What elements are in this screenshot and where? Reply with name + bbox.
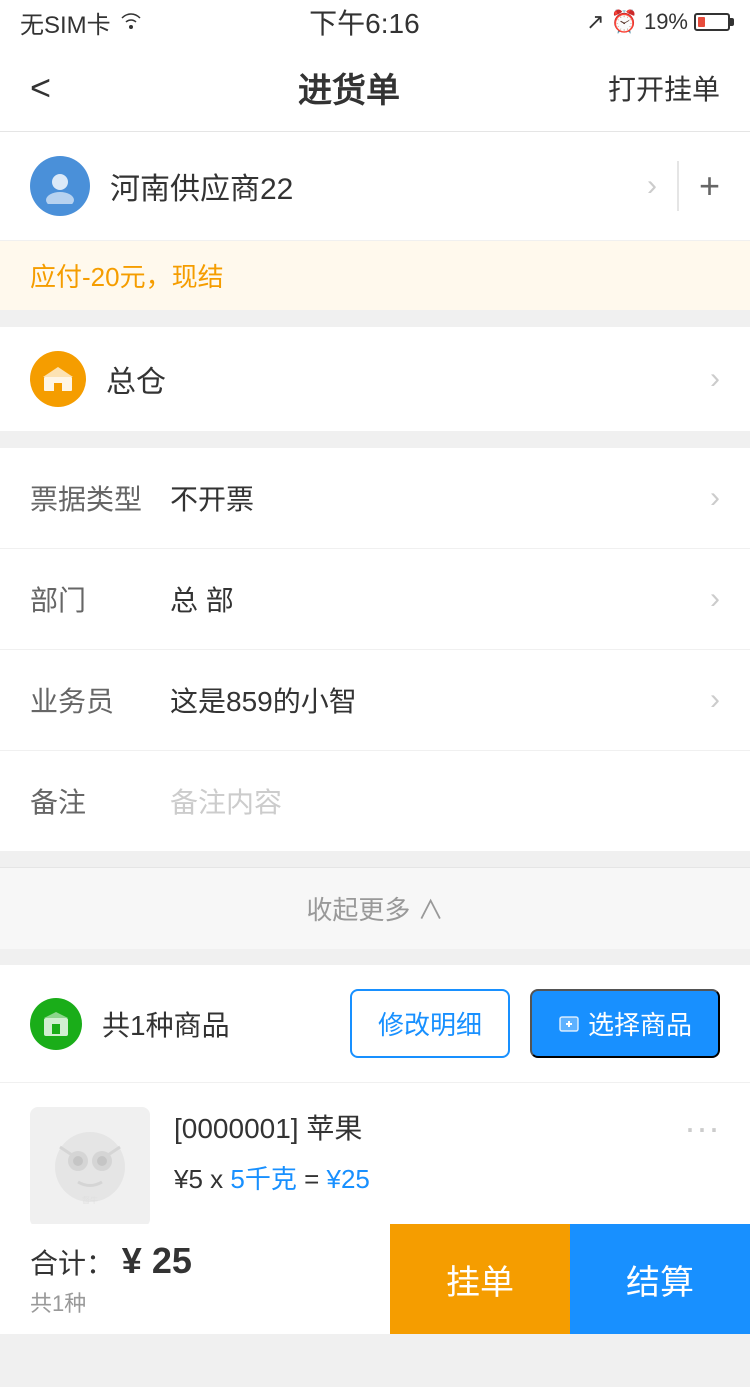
invoice-value: 不开票 xyxy=(150,478,710,518)
sales-value: 这是859的小智 xyxy=(150,680,710,720)
total-sub: 共1种 xyxy=(30,1286,360,1318)
hang-button[interactable]: 挂单 xyxy=(390,1224,570,1334)
select-product-label: 选择商品 xyxy=(588,1005,692,1042)
sales-chevron-icon: › xyxy=(710,683,720,717)
invoice-row[interactable]: 票据类型 不开票 › xyxy=(0,447,750,548)
carrier-label: 无SIM卡 xyxy=(20,5,111,40)
product-price: ¥5 x 5千克 = ¥25 xyxy=(174,1159,650,1196)
nav-bar: < 进货单 打开挂单 xyxy=(0,44,750,132)
chevron-right-icon: › xyxy=(647,169,657,203)
warehouse-name: 总仓 xyxy=(106,357,710,401)
product-title: 苹果 xyxy=(306,1113,362,1144)
supplier-notice: 应付-20元，现结 xyxy=(0,241,750,311)
product-total: ¥25 xyxy=(327,1164,370,1194)
remark-row[interactable]: 备注 备注内容 xyxy=(0,750,750,851)
product-thumbnail: 督牛 xyxy=(30,1107,150,1227)
supplier-divider xyxy=(677,161,679,211)
dept-chevron-icon: › xyxy=(710,582,720,616)
select-product-button[interactable]: 选择商品 xyxy=(530,989,720,1058)
products-icon xyxy=(30,998,82,1050)
status-right: ↗ ⏰ 19% xyxy=(586,9,730,35)
status-time: 下午6:16 xyxy=(309,2,420,42)
product-code: [0000001] xyxy=(174,1113,299,1144)
open-hang-button[interactable]: 打开挂单 xyxy=(608,68,720,108)
supplier-name: 河南供应商22 xyxy=(110,164,647,208)
supplier-avatar xyxy=(30,156,90,216)
product-multiply: x xyxy=(210,1164,230,1194)
battery-percent: 19% xyxy=(644,9,688,35)
status-left: 无SIM卡 xyxy=(20,5,143,40)
products-count: 共1种商品 xyxy=(102,1004,330,1044)
page-title: 进货单 xyxy=(298,63,400,112)
warehouse-chevron-icon: › xyxy=(710,362,720,396)
bottom-bar: 合计： ¥ 25 共1种 挂单 结算 xyxy=(0,1224,750,1334)
edit-detail-button[interactable]: 修改明细 xyxy=(350,989,510,1058)
status-bar: 无SIM卡 下午6:16 ↗ ⏰ 19% xyxy=(0,0,750,44)
supplier-section: 河南供应商22 › + 应付-20元，现结 xyxy=(0,132,750,311)
sales-row[interactable]: 业务员 这是859的小智 › xyxy=(0,649,750,750)
products-section: 共1种商品 修改明细 选择商品 xyxy=(0,965,750,1251)
dept-value: 总 部 xyxy=(150,579,710,619)
alarm-icon: ⏰ xyxy=(611,9,638,35)
product-equals: = xyxy=(304,1164,326,1194)
warehouse-section: 总仓 › xyxy=(0,327,750,431)
products-header: 共1种商品 修改明细 选择商品 xyxy=(0,965,750,1082)
add-supplier-button[interactable]: + xyxy=(699,165,720,207)
battery-icon xyxy=(694,13,730,31)
product-name: [0000001] 苹果 xyxy=(174,1107,650,1147)
invoice-label: 票据类型 xyxy=(30,478,150,518)
content-area: 河南供应商22 › + 应付-20元，现结 总仓 › 票据类型 不开票 › xyxy=(0,132,750,1387)
wifi-icon xyxy=(119,8,143,36)
collapse-bar[interactable]: 收起更多 ∧ xyxy=(0,867,750,949)
invoice-chevron-icon: › xyxy=(710,481,720,515)
back-button[interactable]: < xyxy=(30,67,90,109)
sales-label: 业务员 xyxy=(30,680,150,720)
bottom-total: 合计： ¥ 25 共1种 xyxy=(0,1224,390,1334)
remark-label: 备注 xyxy=(30,781,150,821)
product-info: [0000001] 苹果 ¥5 x 5千克 = ¥25 xyxy=(174,1107,650,1196)
dept-row[interactable]: 部门 总 部 › xyxy=(0,548,750,649)
total-amount: ¥ 25 xyxy=(122,1240,192,1281)
remark-input[interactable]: 备注内容 xyxy=(150,781,720,821)
svg-text:督牛: 督牛 xyxy=(82,1195,98,1205)
warehouse-icon xyxy=(30,351,86,407)
dept-label: 部门 xyxy=(30,579,150,619)
product-more-button[interactable]: ··· xyxy=(674,1107,720,1149)
supplier-row[interactable]: 河南供应商22 › + xyxy=(0,132,750,241)
product-qty: 5千克 xyxy=(230,1164,296,1194)
location-icon: ↗ xyxy=(586,9,604,35)
product-unit-price: ¥5 xyxy=(174,1164,203,1194)
total-amount-row: 合计： ¥ 25 xyxy=(30,1240,360,1282)
form-section: 票据类型 不开票 › 部门 总 部 › 业务员 这是859的小智 › 备注 备注… xyxy=(0,447,750,851)
total-label: 合计： xyxy=(30,1248,114,1279)
settle-button[interactable]: 结算 xyxy=(570,1224,750,1334)
warehouse-row[interactable]: 总仓 › xyxy=(0,327,750,431)
